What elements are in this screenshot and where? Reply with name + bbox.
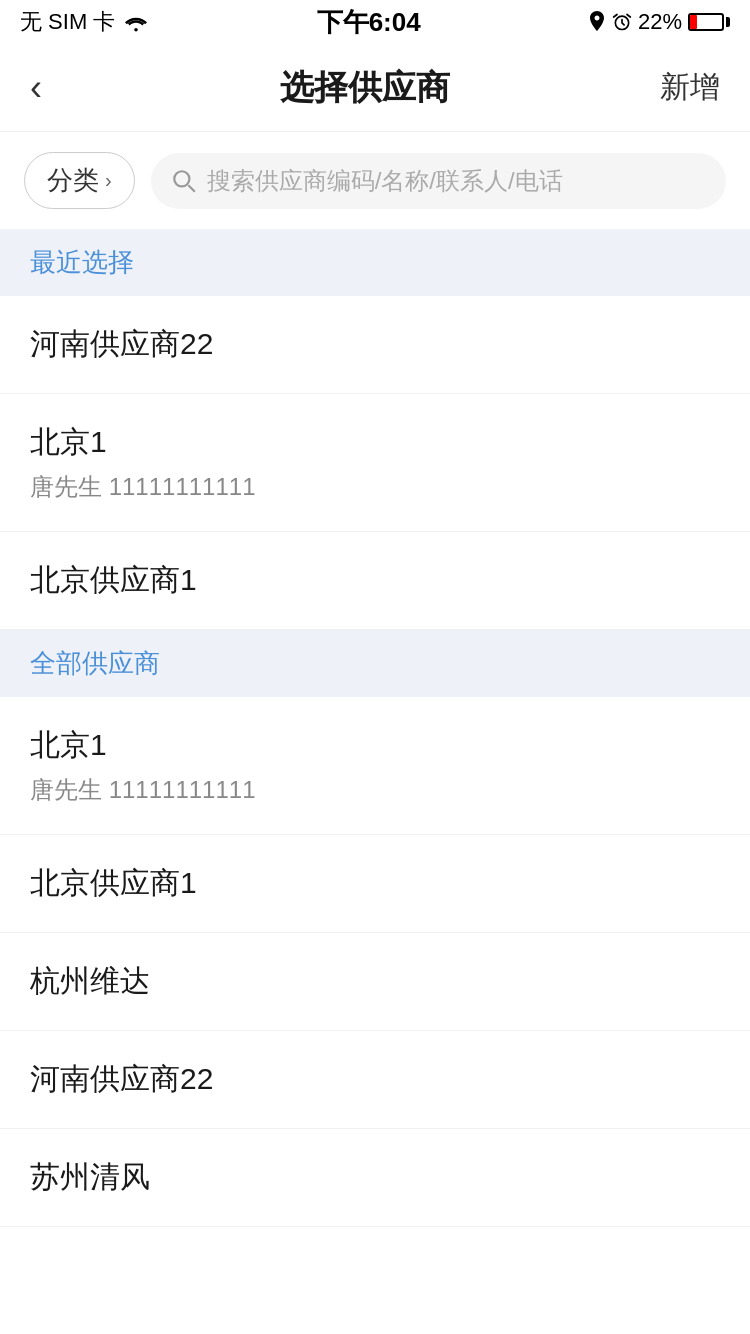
alarm-icon [612, 11, 632, 33]
add-button[interactable]: 新增 [640, 67, 720, 108]
all-section-header: 全部供应商 [0, 630, 750, 697]
list-item-name: 北京供应商1 [30, 560, 720, 601]
chevron-right-icon: › [105, 169, 112, 192]
list-item[interactable]: 北京供应商1 [0, 532, 750, 630]
status-right: 22% [588, 9, 730, 35]
list-item-sub: 唐先生 11111111111 [30, 471, 720, 503]
list-item[interactable]: 北京1 唐先生 11111111111 [0, 394, 750, 532]
status-bar: 无 SIM 卡 下午6:04 22% [0, 0, 750, 44]
list-item[interactable]: 杭州维达 [0, 933, 750, 1031]
location-icon [588, 11, 606, 33]
list-item-sub: 唐先生 11111111111 [30, 774, 720, 806]
list-item[interactable]: 河南供应商22 [0, 296, 750, 394]
list-item[interactable]: 苏州清风 [0, 1129, 750, 1227]
wifi-icon [123, 12, 149, 32]
search-icon [171, 168, 197, 194]
page-title: 选择供应商 [280, 65, 450, 111]
battery-percent: 22% [638, 9, 682, 35]
list-item-name: 河南供应商22 [30, 324, 720, 365]
category-label: 分类 [47, 163, 99, 198]
list-item-name: 北京1 [30, 422, 720, 463]
status-left: 无 SIM 卡 [20, 7, 149, 37]
category-filter-button[interactable]: 分类 › [24, 152, 135, 209]
back-button[interactable]: ‹ [30, 67, 90, 109]
all-list: 北京1 唐先生 11111111111 北京供应商1 杭州维达河南供应商22 苏州清风 [0, 697, 750, 1227]
list-item[interactable]: 北京1 唐先生 11111111111 [0, 697, 750, 835]
svg-line-2 [188, 185, 195, 192]
battery-icon [688, 13, 730, 31]
list-item[interactable]: 河南供应商22 [0, 1031, 750, 1129]
search-input-wrapper[interactable]: 搜索供应商编码/名称/联系人/电话 [151, 153, 726, 209]
nav-bar: ‹ 选择供应商 新增 [0, 44, 750, 132]
status-time: 下午6:04 [317, 5, 421, 40]
list-item-name: 河南供应商22 [30, 1059, 720, 1100]
svg-point-1 [174, 171, 189, 186]
search-filter-bar: 分类 › 搜索供应商编码/名称/联系人/电话 [0, 132, 750, 229]
search-input[interactable]: 搜索供应商编码/名称/联系人/电话 [207, 165, 563, 197]
list-item-name: 苏州清风 [30, 1157, 720, 1198]
list-item-name: 杭州维达 [30, 961, 720, 1002]
list-item[interactable]: 北京供应商1 [0, 835, 750, 933]
list-item-name: 北京供应商1 [30, 863, 720, 904]
recent-section-header: 最近选择 [0, 229, 750, 296]
sim-label: 无 SIM 卡 [20, 7, 115, 37]
list-item-name: 北京1 [30, 725, 720, 766]
recent-list: 河南供应商22 北京1 唐先生 11111111111 北京供应商1 [0, 296, 750, 630]
